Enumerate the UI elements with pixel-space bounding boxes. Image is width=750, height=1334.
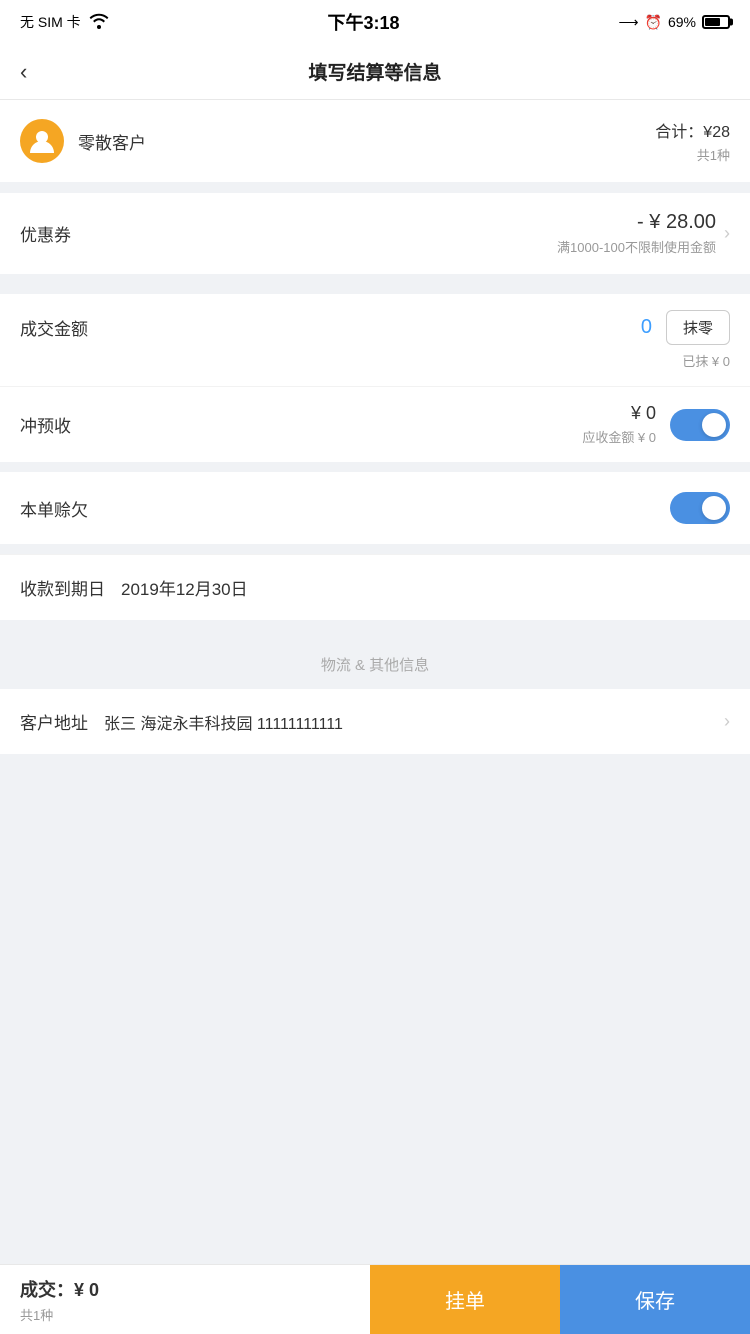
customer-avatar [20,119,64,163]
coupon-values: - ¥ 28.00 满1000-100不限制使用金额 [557,211,716,256]
status-bar: 无 SIM 卡 下午3:18 ⟶ ⏰ 69% [0,0,750,44]
battery-icon [702,15,730,29]
status-left: 无 SIM 卡 [20,12,109,32]
round-off-button[interactable]: 抹零 [666,310,730,345]
pre-receive-toggle[interactable] [670,409,730,441]
coupon-chevron-icon: › [724,223,730,244]
amount-right: 0 抹零 [641,310,730,345]
due-date-section: 收款到期日 2019年12月30日 [0,554,750,620]
customer-right: 合计：¥28 共1种 [655,118,730,164]
divider-3 [0,630,750,640]
bottom-deal-value: ¥ 0 [74,1280,99,1300]
back-button[interactable]: ‹ [20,59,27,85]
location-icon: ⟶ [618,14,638,31]
address-label: 客户地址 [20,709,88,734]
status-time: 下午3:18 [328,9,400,35]
customer-total: 合计：¥28 [655,118,730,142]
address-value: 张三 海淀永丰科技园 11111111111 [104,710,724,734]
customer-section: 零散客户 合计：¥28 共1种 [0,100,750,183]
customer-left: 零散客户 [20,119,146,163]
customer-name: 零散客户 [78,129,146,154]
pre-receive-row: 冲预收 ¥ 0 应收金额 ¥ 0 [0,386,750,462]
battery-percent: 69% [668,14,696,30]
coupon-right: - ¥ 28.00 满1000-100不限制使用金额 › [557,211,730,256]
page-title: 填写结算等信息 [308,58,441,85]
address-chevron-icon: › [724,711,730,732]
bottom-deal-amount: 成交：¥ 0 [20,1276,350,1302]
address-section: 客户地址 张三 海淀永丰科技园 11111111111 › [0,689,750,754]
bottom-bar: 成交：¥ 0 共1种 挂单 保存 [0,1264,750,1334]
debt-label: 本单赊欠 [20,496,88,521]
bottom-summary: 成交：¥ 0 共1种 [0,1276,370,1324]
divider-1 [0,284,750,294]
amount-deducted: 已抹 ¥ 0 [20,351,730,370]
pre-receive-right: ¥ 0 应收金额 ¥ 0 [582,403,730,446]
divider-2 [0,462,750,472]
debt-section: 本单赊欠 [0,472,750,544]
status-right: ⟶ ⏰ 69% [618,14,730,31]
amount-section: 成交金额 0 抹零 已抹 ¥ 0 [0,294,750,386]
pre-receive-description: 应收金额 ¥ 0 [582,427,656,446]
logistics-header: 物流 & 其他信息 [0,640,750,689]
pre-receive-values: ¥ 0 应收金额 ¥ 0 [582,403,656,446]
coupon-description: 满1000-100不限制使用金额 [557,237,716,256]
wifi-icon [89,13,109,32]
empty-space [0,764,750,964]
logistics-title: 物流 & 其他信息 [321,657,429,674]
hang-order-button[interactable]: 挂单 [370,1265,560,1334]
save-button[interactable]: 保存 [560,1265,750,1334]
address-row[interactable]: 客户地址 张三 海淀永丰科技园 11111111111 › [0,689,750,754]
due-date-row[interactable]: 收款到期日 2019年12月30日 [0,554,750,620]
coupon-discount: - ¥ 28.00 [557,211,716,234]
due-date-label: 收款到期日 [20,575,105,600]
customer-row[interactable]: 零散客户 合计：¥28 共1种 [0,100,750,183]
pre-receive-amount: ¥ 0 [582,403,656,424]
coupon-row[interactable]: 优惠券 - ¥ 28.00 满1000-100不限制使用金额 › [0,193,750,274]
bottom-deal-label: 成交： [20,1280,74,1300]
alarm-icon: ⏰ [645,14,662,31]
pre-receive-label: 冲预收 [20,412,71,437]
amount-value: 0 [641,316,652,339]
coupon-label: 优惠券 [20,221,71,246]
carrier-text: 无 SIM 卡 [20,12,81,32]
amount-label: 成交金额 [20,315,88,340]
customer-count: 共1种 [655,145,730,164]
nav-bar: ‹ 填写结算等信息 [0,44,750,100]
due-date-value: 2019年12月30日 [121,575,248,600]
coupon-section: 优惠券 - ¥ 28.00 满1000-100不限制使用金额 › [0,193,750,274]
bottom-count: 共1种 [20,1305,350,1324]
content: 零散客户 合计：¥28 共1种 优惠券 - ¥ 28.00 满1000-100不… [0,100,750,1044]
debt-toggle[interactable] [670,492,730,524]
amount-row: 成交金额 0 抹零 [20,310,730,345]
